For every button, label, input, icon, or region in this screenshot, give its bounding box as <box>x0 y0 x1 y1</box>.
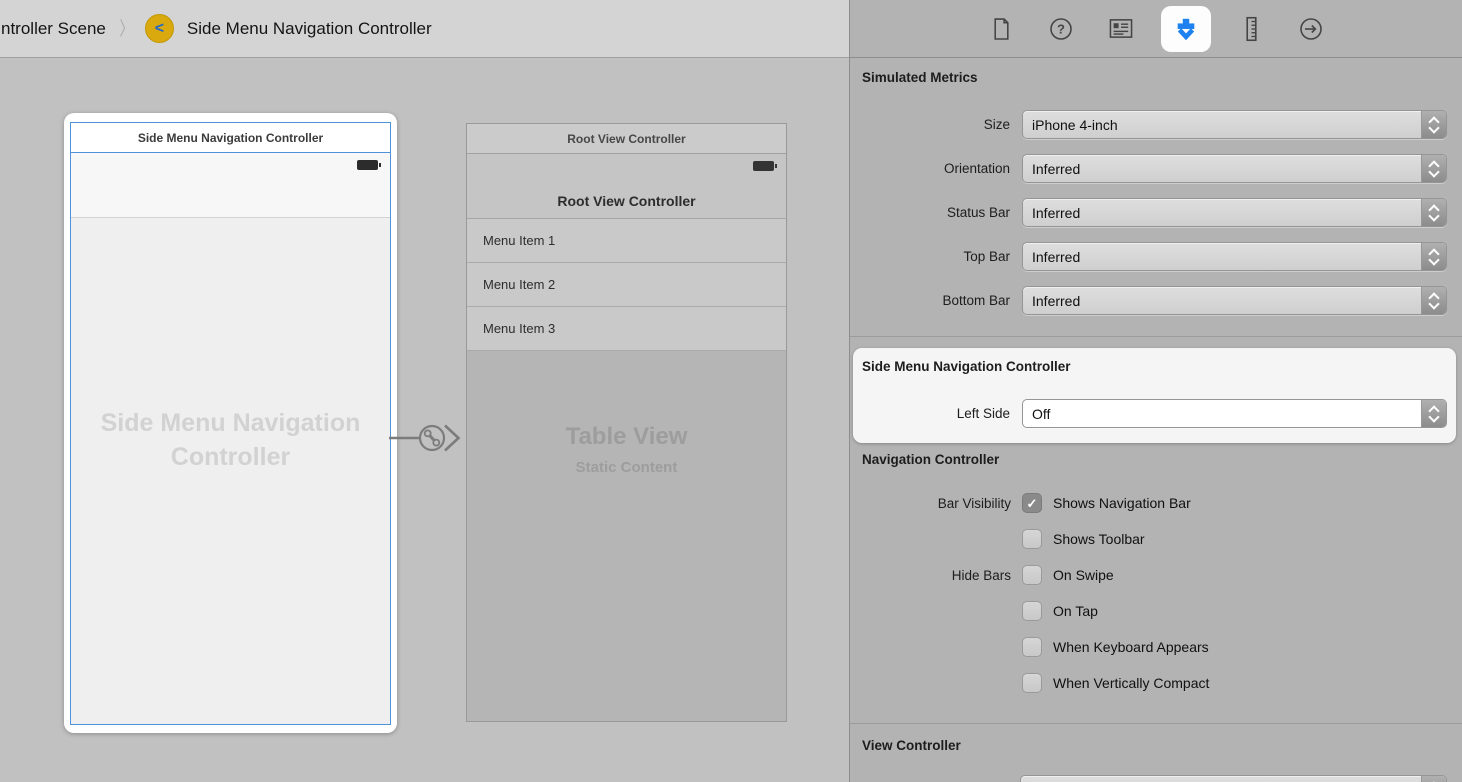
size-popup-button[interactable]: iPhone 4-inch <box>1022 110 1447 139</box>
row-when-vertically-compact: ✓ When Vertically Compact <box>850 673 1462 694</box>
label-size: Size <box>983 117 1010 132</box>
row-on-tap: ✓ On Tap <box>850 601 1462 622</box>
label-left-side: Left Side <box>956 406 1010 421</box>
popup-stepper-icon <box>1421 400 1446 427</box>
label-status-bar: Status Bar <box>946 205 1010 220</box>
file-inspector-icon[interactable] <box>989 16 1013 42</box>
side-menu-navigation-controller-scene[interactable]: Side Menu Navigation Controller Side Men… <box>64 113 397 733</box>
table-cell-menu-item-2[interactable]: Menu Item 2 <box>467 263 786 307</box>
table-cell-menu-item-1[interactable]: Menu Item 1 <box>467 219 786 263</box>
row-when-keyboard-appears: ✓ When Keyboard Appears <box>850 637 1462 658</box>
label-orientation: Orientation <box>943 161 1010 176</box>
checkbox-label[interactable]: On Swipe <box>1053 565 1114 586</box>
top-bar-popup-button[interactable]: Inferred <box>1022 242 1447 271</box>
checkbox-label[interactable]: On Tap <box>1053 601 1098 622</box>
on-swipe-checkbox[interactable]: ✓ <box>1022 565 1042 585</box>
when-vertically-compact-checkbox[interactable]: ✓ <box>1022 673 1042 693</box>
checkbox-label[interactable]: When Vertically Compact <box>1053 673 1209 694</box>
size-inspector-icon[interactable] <box>1239 16 1263 42</box>
popup-stepper-icon <box>1421 776 1446 782</box>
attributes-inspector-panel: Simulated Metrics Size iPhone 4-inch Ori… <box>849 58 1462 782</box>
root-scene-titlebar[interactable]: Root View Controller <box>467 124 786 154</box>
side-menu-section-highlight: Side Menu Navigation Controller Left Sid… <box>853 348 1456 443</box>
quick-help-inspector-icon[interactable]: ? <box>1049 16 1073 42</box>
row-status-bar: Status Bar Inferred <box>850 198 1462 227</box>
table-cell-menu-item-3[interactable]: Menu Item 3 <box>467 307 786 351</box>
section-title-simulated-metrics: Simulated Metrics <box>862 70 978 85</box>
breadcrumb-separator-icon: 〉 <box>119 19 134 40</box>
label-bottom-bar: Bottom Bar <box>942 293 1010 308</box>
battery-icon <box>357 160 381 170</box>
side-menu-watermark: Side Menu Navigation Controller <box>100 409 361 471</box>
label-hide-bars: Hide Bars <box>951 568 1011 583</box>
bottom-bar-popup-button[interactable]: Inferred <box>1022 286 1447 315</box>
section-title-navigation-controller: Navigation Controller <box>862 452 1000 467</box>
section-divider <box>850 723 1462 724</box>
root-scene-navigation-bar[interactable]: Root View Controller <box>467 154 786 219</box>
side-menu-scene-titlebar[interactable]: Side Menu Navigation Controller <box>71 123 390 153</box>
popup-stepper-icon <box>1421 111 1446 138</box>
storyboard-canvas[interactable]: Side Menu Navigation Controller Side Men… <box>0 58 849 782</box>
navigation-controller-badge-icon[interactable]: < <box>144 14 174 43</box>
orientation-popup-button[interactable]: Inferred <box>1022 154 1447 183</box>
popup-stepper-icon <box>1421 155 1446 182</box>
battery-icon <box>753 161 777 171</box>
row-top-bar: Top Bar Inferred <box>850 242 1462 271</box>
row-size: Size iPhone 4-inch <box>850 110 1462 139</box>
clipped-bottom-popup-button[interactable] <box>1020 775 1447 782</box>
relationship-segue-arrow[interactable] <box>389 422 467 454</box>
row-orientation: Orientation Inferred <box>850 154 1462 183</box>
breadcrumb-current-item[interactable]: Side Menu Navigation Controller <box>187 19 432 39</box>
inspector-toolbar: ? <box>849 0 1462 58</box>
side-menu-simulated-statusbar[interactable] <box>71 153 390 218</box>
side-menu-scene-frame[interactable]: Side Menu Navigation Controller Side Men… <box>70 122 391 725</box>
shows-toolbar-checkbox[interactable]: ✓ <box>1022 529 1042 549</box>
popup-stepper-icon <box>1421 287 1446 314</box>
when-keyboard-appears-checkbox[interactable]: ✓ <box>1022 637 1042 657</box>
left-side-popup-button[interactable]: Off <box>1022 399 1447 428</box>
root-scene-table-view[interactable] <box>467 351 786 721</box>
status-bar-popup-button[interactable]: Inferred <box>1022 198 1447 227</box>
root-view-controller-scene[interactable]: Root View Controller Root View Controlle… <box>466 123 787 722</box>
section-title-view-controller: View Controller <box>862 738 961 753</box>
section-divider <box>850 336 1462 337</box>
row-on-swipe: Hide Bars ✓ On Swipe <box>850 565 1462 586</box>
table-view-watermark: Table View Static Content <box>565 423 688 476</box>
row-shows-toolbar: ✓ Shows Toolbar <box>850 529 1462 550</box>
popup-stepper-icon <box>1421 243 1446 270</box>
connections-inspector-icon[interactable] <box>1299 16 1323 42</box>
jump-bar: ntroller Scene 〉 < Side Menu Navigation … <box>0 0 849 58</box>
attributes-inspector-icon[interactable] <box>1174 16 1198 42</box>
label-bar-visibility: Bar Visibility <box>937 496 1011 511</box>
shows-navigation-bar-checkbox[interactable]: ✓ <box>1022 493 1042 513</box>
row-bottom-bar: Bottom Bar Inferred <box>850 286 1462 315</box>
section-title-side-menu-navigation-controller: Side Menu Navigation Controller <box>862 359 1071 374</box>
identity-inspector-icon[interactable] <box>1109 16 1133 42</box>
svg-text:?: ? <box>1057 21 1065 36</box>
row-shows-navigation-bar: Bar Visibility ✓ Shows Navigation Bar <box>850 493 1462 514</box>
checkbox-label[interactable]: Shows Navigation Bar <box>1053 493 1191 514</box>
checkbox-label[interactable]: Shows Toolbar <box>1053 529 1145 550</box>
on-tap-checkbox[interactable]: ✓ <box>1022 601 1042 621</box>
breadcrumb-scene[interactable]: ntroller Scene <box>1 19 106 39</box>
checkbox-label[interactable]: When Keyboard Appears <box>1053 637 1209 658</box>
root-nav-title: Root View Controller <box>557 193 696 209</box>
row-left-side: Left Side Off <box>853 399 1456 428</box>
attributes-inspector-selected-background[interactable] <box>1161 5 1211 52</box>
label-top-bar: Top Bar <box>963 249 1010 264</box>
popup-stepper-icon <box>1421 199 1446 226</box>
